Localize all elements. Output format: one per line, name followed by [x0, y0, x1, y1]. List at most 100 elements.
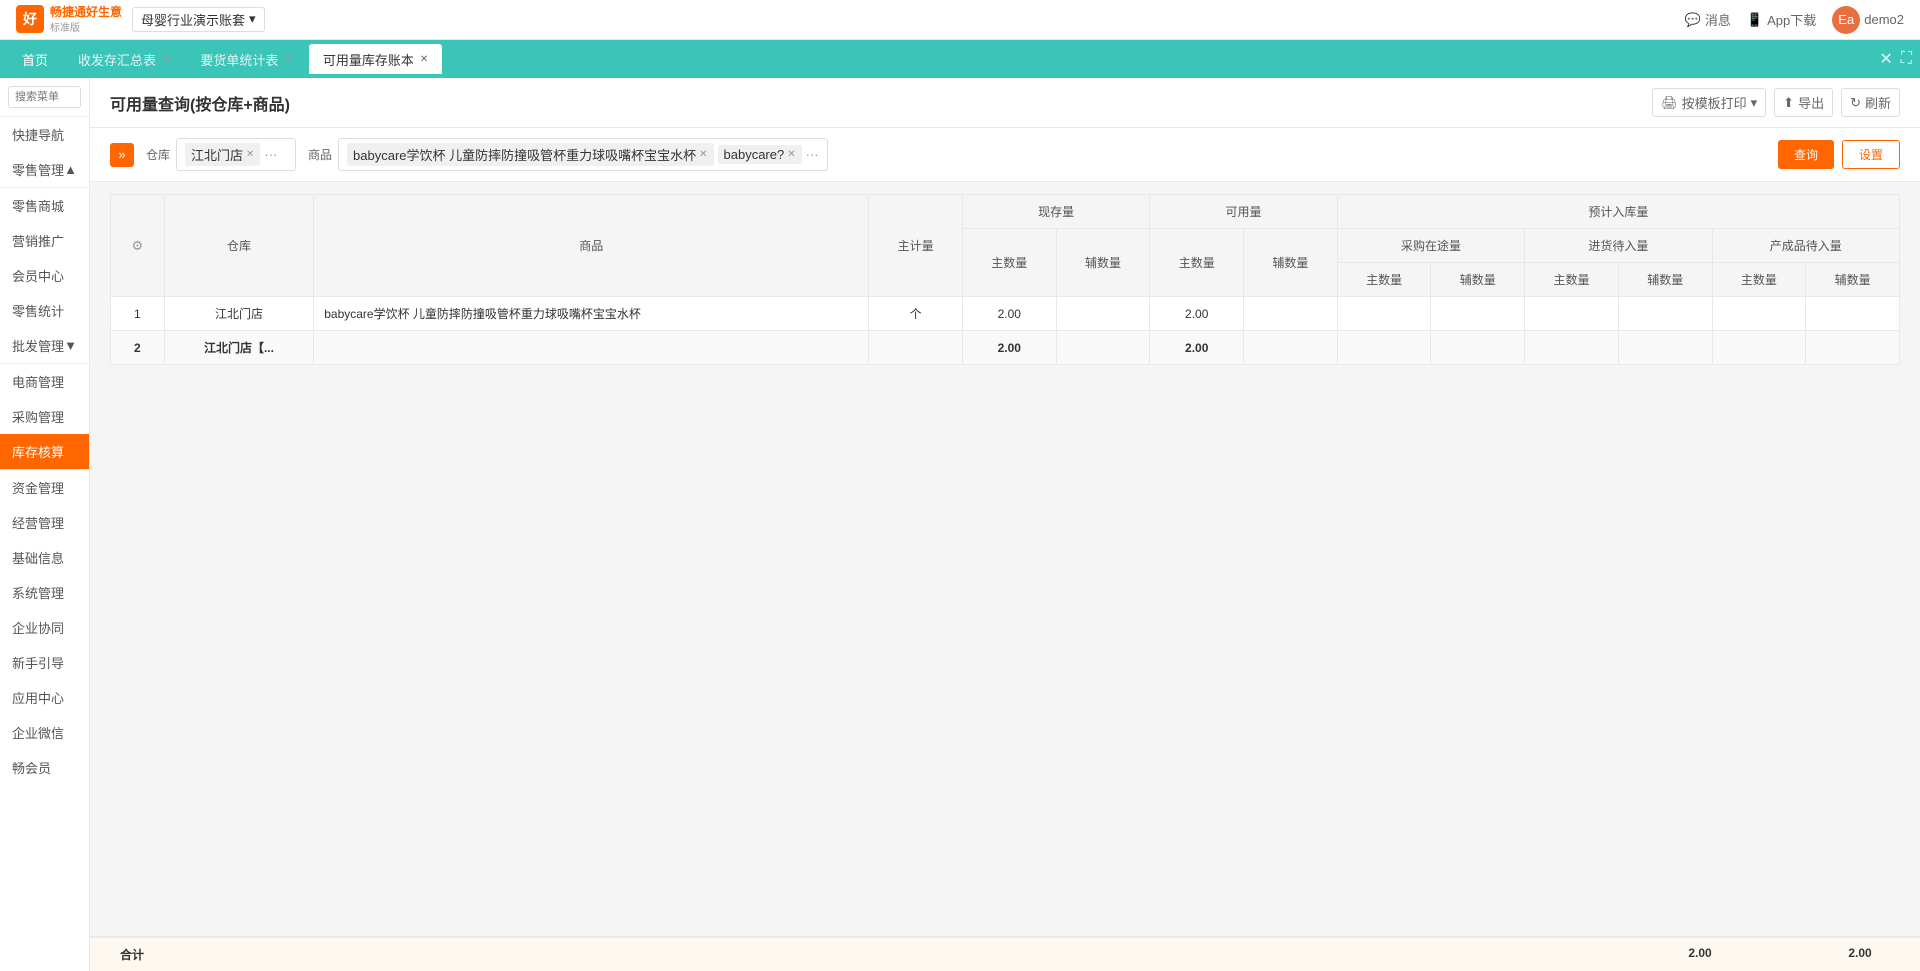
filter-expand-btn[interactable]: » — [110, 143, 134, 167]
sidebar-item-purchase[interactable]: 采购管理 — [0, 399, 89, 434]
sidebar-item-newuser-guide[interactable]: 新手引导 — [0, 645, 89, 680]
row-num: 2 — [111, 331, 165, 365]
sidebar-item-enterprise-wechat[interactable]: 企业微信 — [0, 715, 89, 750]
top-bar: 好 畅捷通好生意 标准版 母婴行业演示账套 ▾ 💬 消息 📱 App下载 Ea … — [0, 0, 1920, 40]
footer-avail-main: 2.00 — [1820, 946, 1900, 963]
app-icon: 📱 — [1747, 12, 1763, 28]
warehouse-input[interactable]: 江北门店 ✕ ··· — [176, 138, 296, 171]
product-tag-remove[interactable]: ✕ — [699, 149, 707, 160]
avatar: Ea — [1832, 6, 1860, 34]
chevron-down-icon: ▾ — [1751, 95, 1758, 111]
app-download-label: App下载 — [1767, 10, 1816, 29]
sidebar-item-retail-mgmt[interactable]: 零售管理 ▲ — [0, 152, 89, 188]
col-purchase-aux: 辅数量 — [1431, 263, 1525, 297]
product-tag: babycare学饮杯 儿童防摔防撞吸管杯重力球吸嘴杯宝宝水杯 ✕ — [347, 143, 713, 166]
row-product — [314, 331, 869, 365]
sidebar-item-inventory[interactable]: 库存核算 — [0, 434, 89, 470]
expand-icon[interactable]: ⛶ — [1901, 50, 1912, 68]
product-input[interactable]: babycare学饮杯 儿童防摔防撞吸管杯重力球吸嘴杯宝宝水杯 ✕ babyca… — [338, 138, 828, 171]
product-tag-2-remove[interactable]: ✕ — [787, 149, 795, 160]
sidebar-item-basic-info[interactable]: 基础信息 — [0, 540, 89, 575]
sidebar-item-chang-member[interactable]: 畅会员 — [0, 750, 89, 785]
query-btn[interactable]: 查询 — [1778, 140, 1834, 169]
row-purchase-aux — [1431, 331, 1525, 365]
sidebar-item-wholesale-mgmt[interactable]: 批发管理 ▼ — [0, 328, 89, 364]
app-download-action[interactable]: 📱 App下载 — [1747, 10, 1816, 29]
username: demo2 — [1864, 12, 1904, 27]
tab-order-summary[interactable]: 要货单统计表 ✕ — [186, 44, 306, 74]
row-stock-main: 2.00 — [962, 331, 1056, 365]
table-row: 1 江北门店 babycare学饮杯 儿童防摔防撞吸管杯重力球吸嘴杯宝宝水杯 个… — [111, 297, 1900, 331]
filter-warehouse: 仓库 江北门店 ✕ ··· — [146, 138, 296, 171]
top-bar-right: 💬 消息 📱 App下载 Ea demo2 — [1685, 6, 1904, 34]
row-avail-aux — [1244, 297, 1338, 331]
print-icon: 🖨 — [1661, 95, 1678, 111]
row-stock-aux — [1056, 297, 1150, 331]
sidebar-item-member[interactable]: 会员中心 — [0, 258, 89, 293]
logo-icon: 好 — [16, 5, 44, 33]
warehouse-tag-remove[interactable]: ✕ — [246, 149, 254, 160]
sidebar-item-retail-stats[interactable]: 零售统计 — [0, 293, 89, 328]
warehouse-more-btn[interactable]: ··· — [264, 147, 277, 162]
export-icon: ⬆ — [1783, 95, 1794, 111]
tab-home[interactable]: 首页 — [8, 44, 62, 74]
refresh-icon: ↻ — [1850, 95, 1861, 111]
sidebar-item-ecommerce[interactable]: 电商管理 — [0, 364, 89, 399]
table-row: 2 江北门店【... 2.00 2.00 — [111, 331, 1900, 365]
tab-close-icon[interactable]: ✕ — [162, 54, 170, 65]
tab-close-icon[interactable]: ✕ — [420, 54, 428, 65]
footer-stock-aux — [1740, 946, 1820, 963]
row-num: 1 — [111, 297, 165, 331]
row-avail-aux — [1244, 331, 1338, 365]
sidebar-item-enterprise-collab[interactable]: 企业协同 — [0, 610, 89, 645]
sidebar-item-business[interactable]: 经营管理 — [0, 505, 89, 540]
col-available-header: 可用量 — [1150, 195, 1337, 229]
tab-receive-summary[interactable]: 收发存汇总表 ✕ — [64, 44, 184, 74]
content-area: 可用量查询(按仓库+商品) 🖨 按模板打印 ▾ ⬆ 导出 ↻ 刷新 — [90, 78, 1920, 971]
home-label: 首页 — [22, 50, 48, 69]
close-all-icon[interactable]: ✕ — [1879, 49, 1892, 69]
row-unit — [869, 331, 963, 365]
logo-area: 好 畅捷通好生意 标准版 — [16, 5, 122, 34]
sidebar-item-finance[interactable]: 资金管理 — [0, 470, 89, 505]
settings-btn[interactable]: 设置 — [1842, 140, 1900, 169]
column-settings-icon[interactable]: ⚙ — [132, 238, 144, 253]
tab-close-icon[interactable]: ✕ — [284, 54, 292, 65]
tab-label: 收发存汇总表 — [78, 50, 156, 69]
industry-label: 母婴行业演示账套 — [141, 10, 245, 29]
sidebar-item-quick-nav[interactable]: 快捷导航 — [0, 117, 89, 152]
message-action[interactable]: 💬 消息 — [1685, 10, 1731, 29]
refresh-btn[interactable]: ↻ 刷新 — [1841, 88, 1900, 117]
col-purchase-main: 主数量 — [1337, 263, 1431, 297]
sidebar-item-system[interactable]: 系统管理 — [0, 575, 89, 610]
export-btn[interactable]: ⬆ 导出 — [1774, 88, 1833, 117]
row-warehouse: 江北门店【... — [164, 331, 314, 365]
col-finished-header: 产成品待入量 — [1712, 229, 1899, 263]
search-input[interactable] — [8, 86, 81, 108]
product-more-btn[interactable]: ··· — [806, 147, 819, 162]
col-settings-header: ⚙ — [111, 195, 165, 297]
row-purchase-main — [1337, 297, 1431, 331]
tab-available-stock[interactable]: 可用量库存账本 ✕ — [309, 44, 442, 74]
user-area[interactable]: Ea demo2 — [1832, 6, 1904, 34]
template-print-btn[interactable]: 🖨 按模板打印 ▾ — [1652, 88, 1766, 117]
col-incoming-header: 进货待入量 — [1525, 229, 1712, 263]
page-title: 可用量查询(按仓库+商品) — [110, 91, 290, 115]
table-container: ⚙ 仓库 商品 主计量 现存量 可用量 预计入库量 主数量 辅数量 主数量 辅数… — [90, 182, 1920, 936]
row-finished-aux — [1806, 297, 1900, 331]
row-unit: 个 — [869, 297, 963, 331]
sidebar-item-marketing[interactable]: 营销推广 — [0, 223, 89, 258]
page-actions: 🖨 按模板打印 ▾ ⬆ 导出 ↻ 刷新 — [1652, 88, 1900, 117]
page-header: 可用量查询(按仓库+商品) 🖨 按模板打印 ▾ ⬆ 导出 ↻ 刷新 — [90, 78, 1920, 128]
sidebar-item-app-center[interactable]: 应用中心 — [0, 680, 89, 715]
footer-values: 2.00 2.00 — [260, 946, 1900, 963]
row-product: babycare学饮杯 儿童防摔防撞吸管杯重力球吸嘴杯宝宝水杯 — [314, 297, 869, 331]
industry-selector[interactable]: 母婴行业演示账套 ▾ — [132, 7, 265, 32]
row-stock-aux — [1056, 331, 1150, 365]
row-incoming-main — [1525, 331, 1619, 365]
logo-text-area: 畅捷通好生意 标准版 — [50, 5, 122, 34]
filter-buttons: 查询 设置 — [1778, 140, 1900, 169]
sidebar-item-retail-mall[interactable]: 零售商城 — [0, 188, 89, 223]
nav-right-actions: ✕ ⛶ — [1879, 49, 1912, 69]
main-layout: 快捷导航 零售管理 ▲ 零售商城 营销推广 会员中心 零售统计 批发管理 ▼ 电… — [0, 78, 1920, 971]
